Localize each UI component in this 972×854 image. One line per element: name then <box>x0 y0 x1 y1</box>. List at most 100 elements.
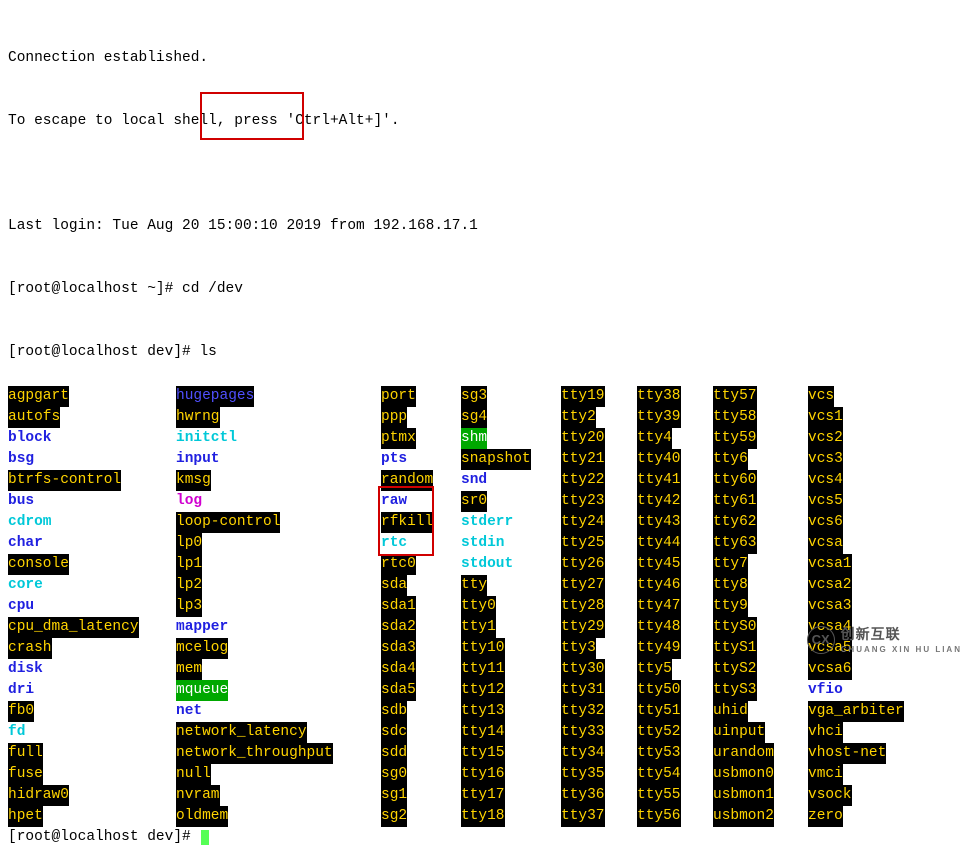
file-tty34: tty34 <box>561 743 605 764</box>
ls-entry: tty61 <box>713 491 808 512</box>
file-tty38: tty38 <box>637 386 681 407</box>
file-tty9: tty9 <box>713 596 748 617</box>
ls-entry: vmci <box>808 764 958 785</box>
file-mcelog: mcelog <box>176 638 228 659</box>
prompt-line-3[interactable]: [root@localhost dev]# <box>8 827 964 848</box>
file-stdin: stdin <box>461 533 505 554</box>
file-sda3: sda3 <box>381 638 416 659</box>
file-tty30: tty30 <box>561 659 605 680</box>
ls-entry: null <box>176 764 381 785</box>
ls-entry: vcs1 <box>808 407 958 428</box>
file-crash: crash <box>8 638 52 659</box>
ls-col-3: portpppptmxptsrandomrawrfkillrtcrtc0sdas… <box>381 386 461 827</box>
conn-line: Connection established. <box>8 48 964 69</box>
file-tty14: tty14 <box>461 722 505 743</box>
file-char: char <box>8 533 43 554</box>
file-cpu_dma_latency: cpu_dma_latency <box>8 617 139 638</box>
ls-entry: core <box>8 575 176 596</box>
ls-entry: ttyS2 <box>713 659 808 680</box>
ls-entry: tty40 <box>637 449 713 470</box>
file-tty33: tty33 <box>561 722 605 743</box>
file-tty41: tty41 <box>637 470 681 491</box>
file-tty3: tty3 <box>561 638 596 659</box>
file-agpgart: agpgart <box>8 386 69 407</box>
file-tty23: tty23 <box>561 491 605 512</box>
file-full: full <box>8 743 43 764</box>
file-loop-control: loop-control <box>176 512 280 533</box>
file-urandom: urandom <box>713 743 774 764</box>
ls-entry: sda1 <box>381 596 461 617</box>
file-port: port <box>381 386 416 407</box>
file-vcs1: vcs1 <box>808 407 843 428</box>
ls-entry: sda5 <box>381 680 461 701</box>
ls-entry: vhci <box>808 722 958 743</box>
file-bus: bus <box>8 491 34 512</box>
ls-col-2: hugepageshwrnginitctlinputkmsglogloop-co… <box>176 386 381 827</box>
file-hugepages: hugepages <box>176 386 254 407</box>
file-vcs6: vcs6 <box>808 512 843 533</box>
ls-entry: hidraw0 <box>8 785 176 806</box>
ls-entry: tty54 <box>637 764 713 785</box>
file-vfio: vfio <box>808 680 843 701</box>
file-sg2: sg2 <box>381 806 407 827</box>
ls-entry: agpgart <box>8 386 176 407</box>
ls-entry: cpu_dma_latency <box>8 617 176 638</box>
file-initctl: initctl <box>176 428 237 449</box>
file-sg1: sg1 <box>381 785 407 806</box>
ls-entry: tty47 <box>637 596 713 617</box>
ls-entry: ttyS3 <box>713 680 808 701</box>
ls-entry: tty15 <box>461 743 561 764</box>
ls-entry: tty52 <box>637 722 713 743</box>
ls-entry: tty49 <box>637 638 713 659</box>
file-tty37: tty37 <box>561 806 605 827</box>
file-rtc0: rtc0 <box>381 554 416 575</box>
ls-entry: sg4 <box>461 407 561 428</box>
file-tty0: tty0 <box>461 596 496 617</box>
file-sg4: sg4 <box>461 407 487 428</box>
file-snapshot: snapshot <box>461 449 531 470</box>
prompt-line-1[interactable]: [root@localhost ~]# cd /dev <box>8 279 964 300</box>
ls-entry: mcelog <box>176 638 381 659</box>
ls-entry: tty46 <box>637 575 713 596</box>
ls-entry: initctl <box>176 428 381 449</box>
ls-entry: stderr <box>461 512 561 533</box>
ls-entry: tty60 <box>713 470 808 491</box>
ls-entry: vcsa1 <box>808 554 958 575</box>
file-tty48: tty48 <box>637 617 681 638</box>
file-sg0: sg0 <box>381 764 407 785</box>
ls-entry: tty50 <box>637 680 713 701</box>
file-tty52: tty52 <box>637 722 681 743</box>
ls-entry: snapshot <box>461 449 561 470</box>
ls-entry: rtc <box>381 533 461 554</box>
ls-entry: net <box>176 701 381 722</box>
ls-entry: vcs <box>808 386 958 407</box>
ls-entry: mqueue <box>176 680 381 701</box>
file-mqueue: mqueue <box>176 680 228 701</box>
ls-entry: usbmon2 <box>713 806 808 827</box>
ls-entry: uinput <box>713 722 808 743</box>
ls-entry: disk <box>8 659 176 680</box>
ls-entry: loop-control <box>176 512 381 533</box>
ls-entry: tty58 <box>713 407 808 428</box>
prompt-line-2[interactable]: [root@localhost dev]# ls <box>8 342 964 363</box>
file-tty61: tty61 <box>713 491 757 512</box>
file-sda5: sda5 <box>381 680 416 701</box>
file-tty28: tty28 <box>561 596 605 617</box>
ls-entry: tty17 <box>461 785 561 806</box>
ls-entry: fuse <box>8 764 176 785</box>
ls-entry: sg0 <box>381 764 461 785</box>
ls-entry: tty39 <box>637 407 713 428</box>
ls-entry: sg1 <box>381 785 461 806</box>
ls-entry: vcs6 <box>808 512 958 533</box>
ls-entry: lp1 <box>176 554 381 575</box>
ls-entry: tty10 <box>461 638 561 659</box>
ls-entry: tty41 <box>637 470 713 491</box>
ls-entry: stdout <box>461 554 561 575</box>
file-tty55: tty55 <box>637 785 681 806</box>
ls-entry: sda <box>381 575 461 596</box>
file-ttyS0: ttyS0 <box>713 617 757 638</box>
ls-entry: sdd <box>381 743 461 764</box>
ls-entry: ptmx <box>381 428 461 449</box>
ls-entry: stdin <box>461 533 561 554</box>
ls-entry: mem <box>176 659 381 680</box>
